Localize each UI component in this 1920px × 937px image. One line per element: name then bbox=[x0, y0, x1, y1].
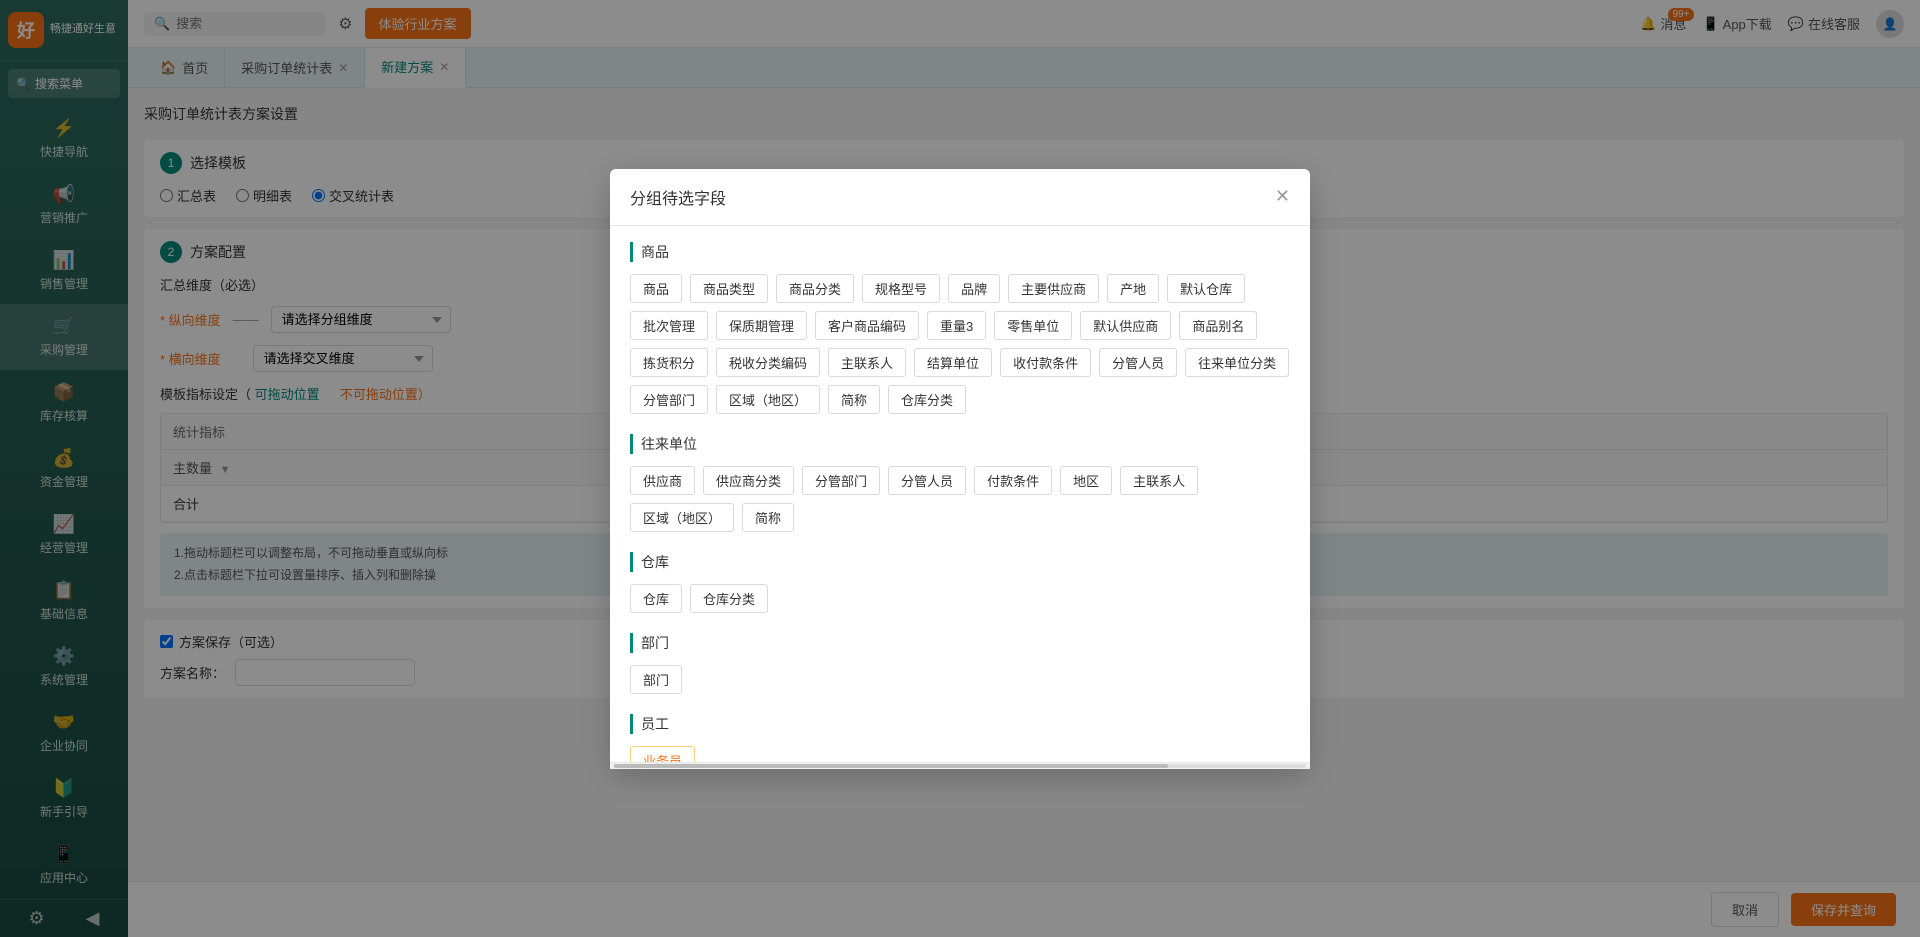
modal-body: 商品 商品 商品类型 商品分类 规格型号 品牌 主要供应商 产地 默认仓库 批次… bbox=[610, 226, 1310, 763]
section-department-tags: 部门 bbox=[630, 665, 1290, 694]
field-tag-goods[interactable]: 商品 bbox=[630, 274, 682, 303]
field-tag-region2[interactable]: 区域（地区） bbox=[630, 503, 734, 532]
field-tag-batch[interactable]: 批次管理 bbox=[630, 311, 708, 340]
field-tag-main-supplier[interactable]: 主要供应商 bbox=[1008, 274, 1099, 303]
section-warehouse-title: 仓库 bbox=[630, 552, 1290, 572]
field-tag-manager[interactable]: 分管人员 bbox=[1099, 348, 1177, 377]
modal-header: 分组待选字段 ✕ bbox=[610, 169, 1310, 226]
field-tag-brand[interactable]: 品牌 bbox=[948, 274, 1000, 303]
field-tag-contact[interactable]: 主联系人 bbox=[828, 348, 906, 377]
field-tag-area[interactable]: 地区 bbox=[1060, 466, 1112, 495]
field-tag-goods-category[interactable]: 商品分类 bbox=[776, 274, 854, 303]
section-warehouse-tags: 仓库 仓库分类 bbox=[630, 584, 1290, 613]
field-tag-default-warehouse[interactable]: 默认仓库 bbox=[1167, 274, 1245, 303]
modal-overlay: 分组待选字段 ✕ 商品 商品 商品类型 商品分类 规格型号 品牌 主要供应商 产… bbox=[0, 0, 1920, 937]
field-tag-default-supplier[interactable]: 默认供应商 bbox=[1080, 311, 1171, 340]
section-goods-tags: 商品 商品类型 商品分类 规格型号 品牌 主要供应商 产地 默认仓库 批次管理 … bbox=[630, 274, 1290, 414]
field-tag-retail-unit[interactable]: 零售单位 bbox=[994, 311, 1072, 340]
modal: 分组待选字段 ✕ 商品 商品 商品类型 商品分类 规格型号 品牌 主要供应商 产… bbox=[610, 169, 1310, 769]
modal-close-button[interactable]: ✕ bbox=[1275, 186, 1290, 207]
field-tag-shelf-life[interactable]: 保质期管理 bbox=[716, 311, 807, 340]
section-staff-tags: 业务员 bbox=[630, 746, 1290, 763]
section-department: 部门 部门 bbox=[630, 633, 1290, 694]
field-tag-counterpart-category[interactable]: 往来单位分类 bbox=[1185, 348, 1289, 377]
field-tag-department[interactable]: 部门 bbox=[630, 665, 682, 694]
section-goods-title: 商品 bbox=[630, 242, 1290, 262]
field-tag-warehouse-cat[interactable]: 仓库分类 bbox=[690, 584, 768, 613]
scroll-thumb bbox=[614, 764, 1168, 768]
section-staff-title: 员工 bbox=[630, 714, 1290, 734]
section-goods: 商品 商品 商品类型 商品分类 规格型号 品牌 主要供应商 产地 默认仓库 批次… bbox=[630, 242, 1290, 414]
field-tag-origin[interactable]: 产地 bbox=[1107, 274, 1159, 303]
field-tag-abbr[interactable]: 简称 bbox=[828, 385, 880, 414]
field-tag-pick-score[interactable]: 拣货积分 bbox=[630, 348, 708, 377]
modal-title: 分组待选字段 bbox=[630, 185, 726, 209]
field-tag-dept2[interactable]: 分管部门 bbox=[802, 466, 880, 495]
modal-horizontal-scrollbar[interactable] bbox=[610, 762, 1310, 768]
field-tag-spec-model[interactable]: 规格型号 bbox=[862, 274, 940, 303]
field-tag-main-contact[interactable]: 主联系人 bbox=[1120, 466, 1198, 495]
field-tag-dept[interactable]: 分管部门 bbox=[630, 385, 708, 414]
field-tag-payment-terms[interactable]: 收付款条件 bbox=[1000, 348, 1091, 377]
field-tag-supplier-category[interactable]: 供应商分类 bbox=[703, 466, 794, 495]
section-counterpart-tags: 供应商 供应商分类 分管部门 分管人员 付款条件 地区 主联系人 区域（地区） … bbox=[630, 466, 1290, 532]
field-tag-customer-code[interactable]: 客户商品编码 bbox=[815, 311, 919, 340]
field-tag-manager2[interactable]: 分管人员 bbox=[888, 466, 966, 495]
field-tag-payment-condition[interactable]: 付款条件 bbox=[974, 466, 1052, 495]
field-tag-weight[interactable]: 重量3 bbox=[927, 311, 986, 340]
field-tag-settle-unit[interactable]: 结算单位 bbox=[914, 348, 992, 377]
field-tag-warehouse-category[interactable]: 仓库分类 bbox=[888, 385, 966, 414]
field-tag-goods-alias[interactable]: 商品别名 bbox=[1179, 311, 1257, 340]
section-staff: 员工 业务员 bbox=[630, 714, 1290, 763]
section-department-title: 部门 bbox=[630, 633, 1290, 653]
field-tag-tax-code[interactable]: 税收分类编码 bbox=[716, 348, 820, 377]
field-tag-warehouse[interactable]: 仓库 bbox=[630, 584, 682, 613]
section-counterpart-title: 往来单位 bbox=[630, 434, 1290, 454]
field-tag-supplier[interactable]: 供应商 bbox=[630, 466, 695, 495]
field-tag-goods-type[interactable]: 商品类型 bbox=[690, 274, 768, 303]
field-tag-salesperson[interactable]: 业务员 bbox=[630, 746, 695, 763]
field-tag-region[interactable]: 区域（地区） bbox=[716, 385, 820, 414]
field-tag-abbr2[interactable]: 简称 bbox=[742, 503, 794, 532]
section-warehouse: 仓库 仓库 仓库分类 bbox=[630, 552, 1290, 613]
scroll-track bbox=[614, 764, 1306, 768]
section-counterpart: 往来单位 供应商 供应商分类 分管部门 分管人员 付款条件 地区 主联系人 区域… bbox=[630, 434, 1290, 532]
